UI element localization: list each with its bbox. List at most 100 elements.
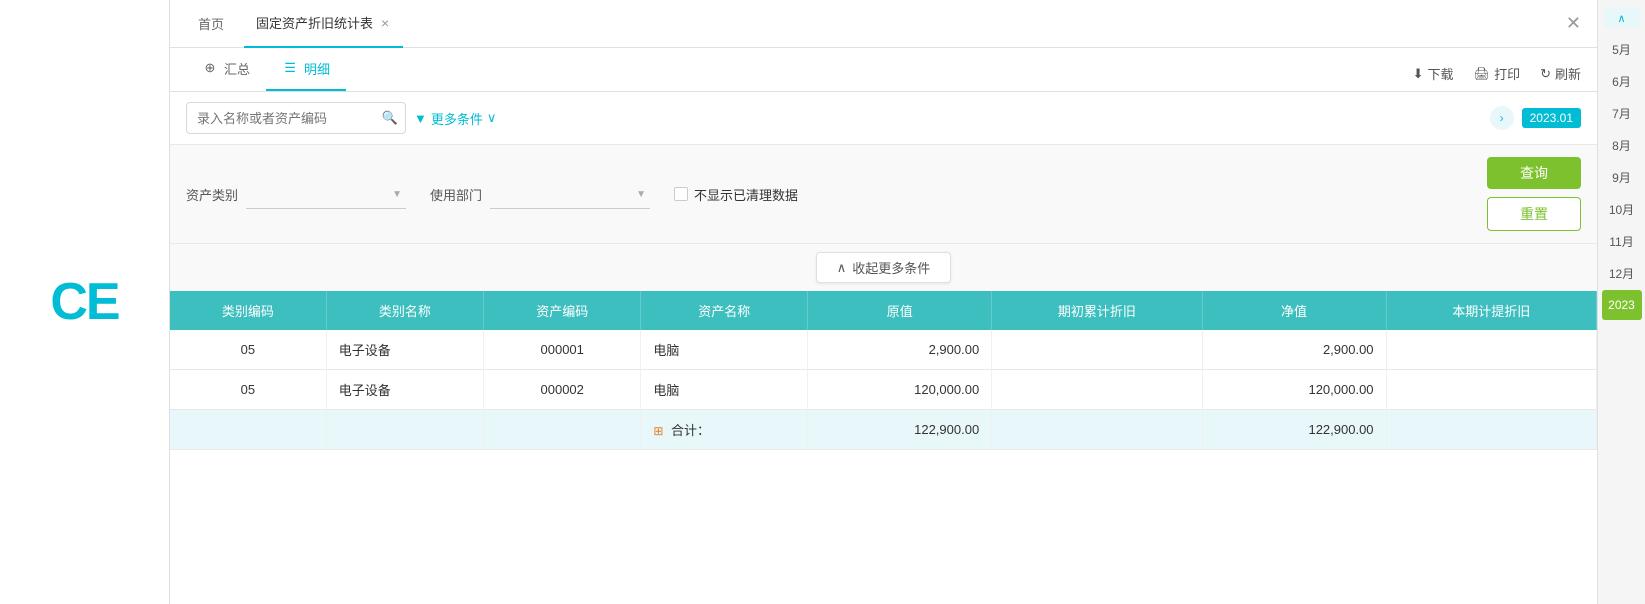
print-icon: 🖨 — [1474, 66, 1491, 82]
download-button[interactable]: ⬇ 下载 — [1413, 64, 1454, 83]
subtotal-row: ⊞ 合计： 122,900.00 122,900.00 — [170, 410, 1597, 450]
query-button[interactable]: 查询 — [1487, 157, 1581, 189]
collapse-row: ∧ 收起更多条件 — [170, 244, 1597, 291]
data-table: 类别编码 类别名称 资产编码 资产名称 原值 期初累计折旧 净值 本期计提折旧 … — [170, 291, 1597, 450]
sidebar-month-8[interactable]: 8月 — [1602, 130, 1642, 160]
nav-active-tab[interactable]: 固定资产折旧统计表 × — [244, 0, 403, 48]
department-field: 使用部门 ▼ — [430, 179, 650, 209]
reset-button[interactable]: 重置 — [1487, 197, 1581, 231]
sidebar-month-5[interactable]: 5月 — [1602, 34, 1642, 64]
row1-category-code: 05 — [170, 330, 326, 370]
subtotal-icon: ⊞ — [653, 424, 663, 438]
row2-accumulated-dep — [992, 370, 1202, 410]
asset-category-select[interactable] — [246, 179, 406, 209]
filter-icon: ▼ — [414, 111, 427, 126]
tab-detail[interactable]: ☰ 明细 — [266, 47, 346, 91]
row2-asset-code: 000002 — [484, 370, 641, 410]
download-label: 下载 — [1428, 64, 1454, 83]
collapse-label: 收起更多条件 — [852, 258, 930, 277]
chevron-down-icon: ∨ — [487, 110, 497, 126]
tab-summary[interactable]: ⊕ 汇总 — [186, 47, 266, 91]
sidebar-month-6[interactable]: 6月 — [1602, 66, 1642, 96]
tab-detail-label: 明细 — [304, 59, 330, 78]
table-header-row: 类别编码 类别名称 资产编码 资产名称 原值 期初累计折旧 净值 本期计提折旧 — [170, 291, 1597, 330]
collapse-button[interactable]: ∧ 收起更多条件 — [816, 252, 952, 283]
subtotal-original-value: 122,900.00 — [808, 410, 992, 450]
col-original-value: 原值 — [808, 291, 992, 330]
row2-current-dep — [1386, 370, 1596, 410]
download-icon: ⬇ — [1413, 66, 1424, 82]
tabs-row: ⊕ 汇总 ☰ 明细 ⬇ 下载 🖨 打印 ↻ 刷新 — [170, 48, 1597, 92]
table-row: 05 电子设备 000002 电脑 120,000.00 120,000.00 — [170, 370, 1597, 410]
sidebar-year-badge[interactable]: 2023 — [1602, 290, 1642, 320]
row2-original-value: 120,000.00 — [808, 370, 992, 410]
row2-category-name: 电子设备 — [326, 370, 483, 410]
search-icon: 🔍 — [382, 110, 398, 126]
sidebar-month-11[interactable]: 11月 — [1602, 226, 1642, 256]
main-area: 首页 固定资产折旧统计表 × ✕ ⊕ 汇总 ☰ 明细 ⬇ 下载 🖨 打印 — [170, 0, 1597, 604]
row2-category-code: 05 — [170, 370, 326, 410]
subtotal-accumulated-dep — [992, 410, 1202, 450]
sidebar-up-button[interactable]: ∧ — [1604, 8, 1640, 28]
col-category-name: 类别名称 — [326, 291, 483, 330]
more-conditions-label: 更多条件 — [431, 109, 483, 128]
subtotal-label: 合计： — [671, 423, 710, 438]
refresh-label: 刷新 — [1555, 64, 1581, 83]
nav-home[interactable]: 首页 — [186, 0, 236, 48]
row1-asset-name: 电脑 — [641, 330, 808, 370]
sidebar-month-12[interactable]: 12月 — [1602, 258, 1642, 288]
exclude-cleared-checkbox[interactable]: 不显示已清理数据 — [674, 185, 798, 204]
col-net-value: 净值 — [1202, 291, 1386, 330]
asset-category-label: 资产类别 — [186, 185, 238, 204]
tab-summary-label: 汇总 — [224, 59, 250, 78]
top-nav: 首页 固定资产折旧统计表 × ✕ — [170, 0, 1597, 48]
window-close-button[interactable]: ✕ — [1566, 13, 1581, 34]
layers-icon: ⊕ — [202, 60, 218, 76]
department-select[interactable] — [490, 179, 650, 209]
logo-text: CE — [50, 276, 118, 328]
col-asset-name: 资产名称 — [641, 291, 808, 330]
department-label: 使用部门 — [430, 185, 482, 204]
search-input[interactable] — [186, 102, 406, 134]
date-badge: 2023.01 — [1522, 108, 1581, 128]
col-current-depreciation: 本期计提折旧 — [1386, 291, 1596, 330]
row1-net-value: 2,900.00 — [1202, 330, 1386, 370]
col-accumulated-depreciation: 期初累计折旧 — [992, 291, 1202, 330]
asset-category-select-wrap: ▼ — [246, 179, 406, 209]
col-asset-code: 资产编码 — [484, 291, 641, 330]
search-wrap: 🔍 — [186, 102, 406, 134]
collapse-up-icon: ∧ — [837, 260, 847, 276]
filter-area: 🔍 ▼ 更多条件 ∨ › 2023.01 — [170, 92, 1597, 145]
refresh-button[interactable]: ↻ 刷新 — [1540, 64, 1581, 83]
subtotal-current-dep — [1386, 410, 1596, 450]
filter-actions: 查询 重置 — [1487, 157, 1581, 231]
subtotal-net-value: 122,900.00 — [1202, 410, 1386, 450]
table-row: 05 电子设备 000001 电脑 2,900.00 2,900.00 — [170, 330, 1597, 370]
more-conditions-button[interactable]: ▼ 更多条件 ∨ — [414, 109, 496, 128]
extended-filter: 资产类别 ▼ 使用部门 ▼ 不显示已清理数据 查询 重置 — [170, 145, 1597, 244]
print-button[interactable]: 🖨 打印 — [1474, 64, 1521, 83]
toolbar-right: ⬇ 下载 🖨 打印 ↻ 刷新 — [1413, 64, 1581, 91]
checkbox-box — [674, 187, 688, 201]
department-select-wrap: ▼ — [490, 179, 650, 209]
row1-original-value: 2,900.00 — [808, 330, 992, 370]
exclude-cleared-label: 不显示已清理数据 — [694, 185, 798, 204]
logo-area: CE — [0, 0, 170, 604]
sidebar-month-9[interactable]: 9月 — [1602, 162, 1642, 192]
col-category-code: 类别编码 — [170, 291, 326, 330]
row2-net-value: 120,000.00 — [1202, 370, 1386, 410]
sidebar-month-10[interactable]: 10月 — [1602, 194, 1642, 224]
close-tab-button[interactable]: × — [379, 15, 391, 31]
row1-accumulated-dep — [992, 330, 1202, 370]
print-label: 打印 — [1494, 64, 1520, 83]
refresh-icon: ↻ — [1540, 66, 1551, 82]
sidebar-month-7[interactable]: 7月 — [1602, 98, 1642, 128]
list-icon: ☰ — [282, 60, 298, 76]
right-sidebar: ∧ 5月 6月 7月 8月 9月 10月 11月 12月 2023 — [1597, 0, 1645, 604]
asset-category-field: 资产类别 ▼ — [186, 179, 406, 209]
row1-asset-code: 000001 — [484, 330, 641, 370]
table-area: 类别编码 类别名称 资产编码 资产名称 原值 期初累计折旧 净值 本期计提折旧 … — [170, 291, 1597, 604]
expand-sidebar-button[interactable]: › — [1490, 106, 1514, 130]
row1-category-name: 电子设备 — [326, 330, 483, 370]
row1-current-dep — [1386, 330, 1596, 370]
